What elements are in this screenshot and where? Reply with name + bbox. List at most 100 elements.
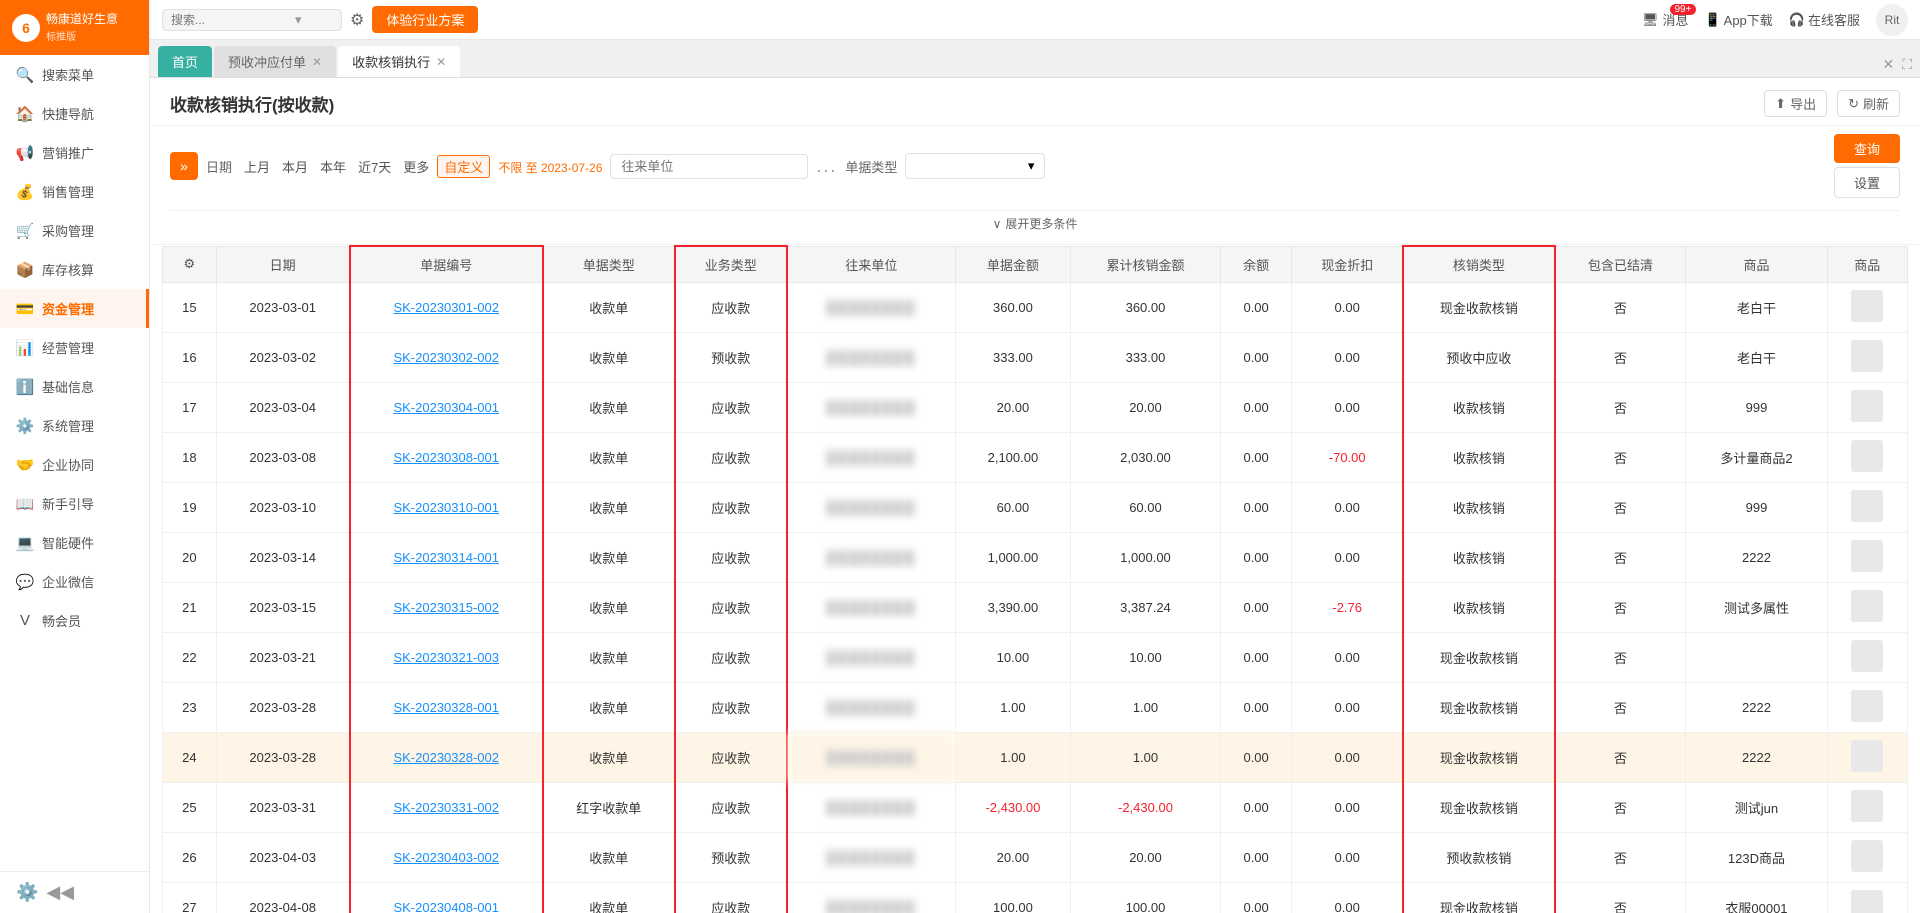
- member-icon: V: [16, 612, 34, 630]
- table-row[interactable]: 252023-03-31SK-20230331-002红字收款单应收款█████…: [163, 783, 1908, 833]
- table-row[interactable]: 172023-03-04SK-20230304-001收款单应收款███████…: [163, 383, 1908, 433]
- topbar-search-wrap[interactable]: ▾: [162, 9, 342, 31]
- filter-settings-button[interactable]: 设置: [1834, 167, 1900, 198]
- row-bill-no[interactable]: SK-20230302-002: [350, 333, 543, 383]
- tab-prepay[interactable]: 预收冲应付单 ✕: [214, 46, 336, 77]
- date-option-7days[interactable]: 近7天: [354, 155, 395, 178]
- row-counterpart: ████████: [787, 683, 955, 733]
- query-button[interactable]: 查询: [1834, 134, 1900, 163]
- table-row[interactable]: 262023-04-03SK-20230403-002收款单预收款███████…: [163, 833, 1908, 883]
- bill-no-link[interactable]: SK-20230304-001: [393, 400, 499, 415]
- row-include-settled: 否: [1555, 683, 1686, 733]
- row-no: 25: [163, 783, 217, 833]
- bill-no-link[interactable]: SK-20230301-002: [393, 300, 499, 315]
- user-avatar[interactable]: Rit: [1876, 4, 1908, 36]
- row-bill-no[interactable]: SK-20230321-003: [350, 633, 543, 683]
- row-bill-amount: 60.00: [955, 483, 1070, 533]
- bill-no-link[interactable]: SK-20230310-001: [393, 500, 499, 515]
- filter-expand-button[interactable]: »: [170, 152, 198, 180]
- sidebar-item-basic[interactable]: ℹ️ 基础信息: [0, 367, 149, 406]
- sidebar-item-system[interactable]: ⚙️ 系统管理: [0, 406, 149, 445]
- date-option-last-month[interactable]: 上月: [240, 155, 274, 178]
- export-button[interactable]: ⬆ 导出: [1764, 90, 1827, 117]
- row-date: 2023-04-08: [216, 883, 349, 913]
- row-bill-no[interactable]: SK-20230304-001: [350, 383, 543, 433]
- tab-prepay-close-icon[interactable]: ✕: [312, 55, 322, 69]
- row-product-img: [1827, 733, 1907, 783]
- date-option-this-year[interactable]: 本年: [316, 155, 350, 178]
- table-row[interactable]: 202023-03-14SK-20230314-001收款单应收款███████…: [163, 533, 1908, 583]
- row-bill-no[interactable]: SK-20230315-002: [350, 583, 543, 633]
- sidebar-item-marketing[interactable]: 📢 营销推广: [0, 133, 149, 172]
- row-bill-no[interactable]: SK-20230301-002: [350, 283, 543, 333]
- row-counterpart: ████████: [787, 633, 955, 683]
- bill-no-link[interactable]: SK-20230331-002: [393, 800, 499, 815]
- table-row[interactable]: 162023-03-02SK-20230302-002收款单预收款███████…: [163, 333, 1908, 383]
- date-option-custom[interactable]: 自定义: [437, 155, 490, 178]
- refresh-button[interactable]: ↻ 刷新: [1837, 90, 1900, 117]
- row-bill-no[interactable]: SK-20230403-002: [350, 833, 543, 883]
- row-cancel-type: 收款核销: [1403, 583, 1555, 633]
- row-bill-type: 收款单: [543, 833, 675, 883]
- bill-no-link[interactable]: SK-20230408-001: [393, 900, 499, 913]
- topbar-gear-icon[interactable]: ⚙: [350, 10, 364, 30]
- topbar-online-service[interactable]: 🎧 在线客服: [1789, 10, 1860, 29]
- row-bill-no[interactable]: SK-20230314-001: [350, 533, 543, 583]
- topbar-search-input[interactable]: [171, 13, 291, 27]
- bill-no-link[interactable]: SK-20230328-002: [393, 750, 499, 765]
- col-header-gear[interactable]: ⚙: [163, 246, 217, 283]
- bill-no-link[interactable]: SK-20230315-002: [393, 600, 499, 615]
- bill-no-link[interactable]: SK-20230314-001: [393, 550, 499, 565]
- sidebar-item-sales[interactable]: 💰 销售管理: [0, 172, 149, 211]
- counterpart-input[interactable]: [610, 154, 808, 179]
- row-bill-no[interactable]: SK-20230308-001: [350, 433, 543, 483]
- sidebar-item-hardware[interactable]: 💻 智能硬件: [0, 523, 149, 562]
- sidebar-item-purchase[interactable]: 🛒 采购管理: [0, 211, 149, 250]
- table-row[interactable]: 152023-03-01SK-20230301-002收款单应收款███████…: [163, 283, 1908, 333]
- table-row[interactable]: 232023-03-28SK-20230328-001收款单应收款███████…: [163, 683, 1908, 733]
- tab-cancel-exec-close-icon[interactable]: ✕: [436, 55, 446, 69]
- row-product-img: [1827, 833, 1907, 883]
- sidebar-item-member[interactable]: V 畅会员: [0, 601, 149, 640]
- row-bill-no[interactable]: SK-20230328-001: [350, 683, 543, 733]
- bill-no-link[interactable]: SK-20230403-002: [393, 850, 499, 865]
- filter-dots-icon[interactable]: ...: [816, 156, 837, 177]
- sidebar-item-search[interactable]: 🔍 搜索菜单: [0, 55, 149, 94]
- sidebar-item-quicknav[interactable]: 🏠 快捷导航: [0, 94, 149, 133]
- table-row[interactable]: 242023-03-28SK-20230328-002收款单应收款███████…: [163, 733, 1908, 783]
- sidebar-item-finance[interactable]: 💳 资金管理: [0, 289, 149, 328]
- row-bill-no[interactable]: SK-20230408-001: [350, 883, 543, 913]
- sidebar-collapse-icon[interactable]: ◀◀: [46, 882, 74, 903]
- sidebar-item-guide[interactable]: 📖 新手引导: [0, 484, 149, 523]
- date-option-this-month[interactable]: 本月: [278, 155, 312, 178]
- sidebar-settings-icon[interactable]: ⚙️: [16, 882, 38, 903]
- row-bill-no[interactable]: SK-20230328-002: [350, 733, 543, 783]
- sidebar-item-corp[interactable]: 🤝 企业协同: [0, 445, 149, 484]
- table-row[interactable]: 212023-03-15SK-20230315-002收款单应收款███████…: [163, 583, 1908, 633]
- tab-home[interactable]: 首页: [158, 46, 212, 77]
- tab-maximize-icon[interactable]: ⛶: [1902, 56, 1912, 73]
- row-bill-no[interactable]: SK-20230331-002: [350, 783, 543, 833]
- industry-solution-button[interactable]: 体验行业方案: [372, 6, 478, 33]
- row-bill-no[interactable]: SK-20230310-001: [350, 483, 543, 533]
- bill-type-select[interactable]: ▾: [905, 153, 1045, 179]
- table-row[interactable]: 192023-03-10SK-20230310-001收款单应收款███████…: [163, 483, 1908, 533]
- sidebar-item-operation[interactable]: 📊 经营管理: [0, 328, 149, 367]
- table-row[interactable]: 182023-03-08SK-20230308-001收款单应收款███████…: [163, 433, 1908, 483]
- topbar-app-download[interactable]: 📱 App下载: [1704, 10, 1772, 29]
- info-icon: ℹ️: [16, 378, 34, 396]
- table-row[interactable]: 272023-04-08SK-20230408-001收款单应收款███████…: [163, 883, 1908, 913]
- bill-no-link[interactable]: SK-20230321-003: [393, 650, 499, 665]
- bill-no-link[interactable]: SK-20230308-001: [393, 450, 499, 465]
- sidebar-item-inventory[interactable]: 📦 库存核算: [0, 250, 149, 289]
- sidebar-item-weixin[interactable]: 💬 企业微信: [0, 562, 149, 601]
- topbar-messages[interactable]: 🖥 消息 99+: [1642, 10, 1689, 29]
- date-option-more[interactable]: 更多: [399, 155, 433, 178]
- expand-more-conditions[interactable]: ∨ 展开更多条件: [170, 210, 1900, 236]
- row-product-img: [1827, 433, 1907, 483]
- bill-no-link[interactable]: SK-20230328-001: [393, 700, 499, 715]
- tab-cancel-exec[interactable]: 收款核销执行 ✕: [338, 46, 460, 77]
- table-row[interactable]: 222023-03-21SK-20230321-003收款单应收款███████…: [163, 633, 1908, 683]
- bill-no-link[interactable]: SK-20230302-002: [393, 350, 499, 365]
- tab-close-window-icon[interactable]: ✕: [1882, 56, 1894, 73]
